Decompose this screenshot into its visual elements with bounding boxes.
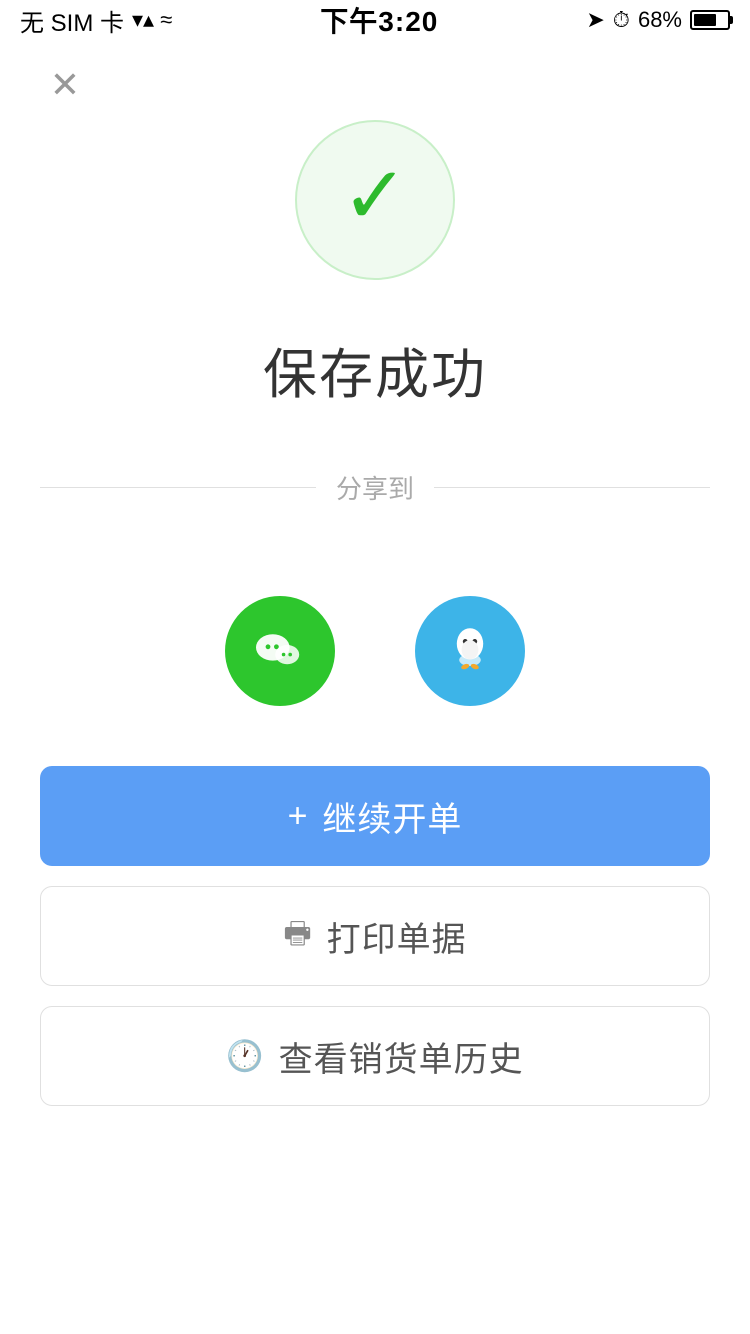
divider-left	[40, 487, 316, 488]
status-bar: 无 SIM 卡 ▾▴ ≈ 下午3:20 ➤ ⏱ 68%	[0, 0, 750, 40]
history-label: 查看销货单历史	[279, 1032, 524, 1081]
history-button[interactable]: 🕐 查看销货单历史	[40, 1006, 710, 1106]
status-left: 无 SIM 卡 ▾▴ ≈	[20, 3, 172, 38]
continue-label: 继续开单	[322, 792, 462, 841]
status-time: 下午3:20	[320, 0, 438, 40]
battery-percent: 68%	[638, 7, 682, 33]
print-label: 打印单据	[327, 912, 467, 961]
share-label: 分享到	[336, 469, 414, 506]
qq-share-button[interactable]	[415, 596, 525, 706]
wifi-icon: ▾▴ ≈	[132, 7, 172, 33]
print-icon: 🖶	[283, 911, 312, 962]
close-button[interactable]: ✕	[40, 60, 90, 110]
wechat-share-button[interactable]	[225, 596, 335, 706]
qq-icon	[440, 621, 500, 681]
print-button[interactable]: 🖶 打印单据	[40, 886, 710, 986]
plus-icon: +	[288, 797, 309, 836]
battery-icon	[690, 10, 730, 30]
close-icon: ✕	[50, 67, 80, 103]
history-icon: 🕐	[226, 1039, 264, 1074]
share-divider: 分享到	[40, 469, 710, 506]
share-icons	[225, 596, 525, 706]
divider-right	[434, 487, 710, 488]
sim-label: 无 SIM 卡	[20, 3, 124, 38]
success-title: 保存成功	[263, 330, 487, 409]
alarm-icon: ⏱	[613, 7, 630, 33]
location-icon: ➤	[586, 7, 604, 33]
continue-button[interactable]: + 继续开单	[40, 766, 710, 866]
checkmark-icon: ✓	[341, 156, 408, 236]
status-right: ➤ ⏱ 68%	[586, 7, 730, 33]
main-content: ✓ 保存成功 分享到	[0, 40, 750, 1106]
wechat-icon	[250, 621, 310, 681]
actions: + 继续开单 🖶 打印单据 🕐 查看销货单历史	[0, 766, 750, 1106]
share-section: 分享到	[0, 469, 750, 556]
success-circle: ✓	[295, 120, 455, 280]
